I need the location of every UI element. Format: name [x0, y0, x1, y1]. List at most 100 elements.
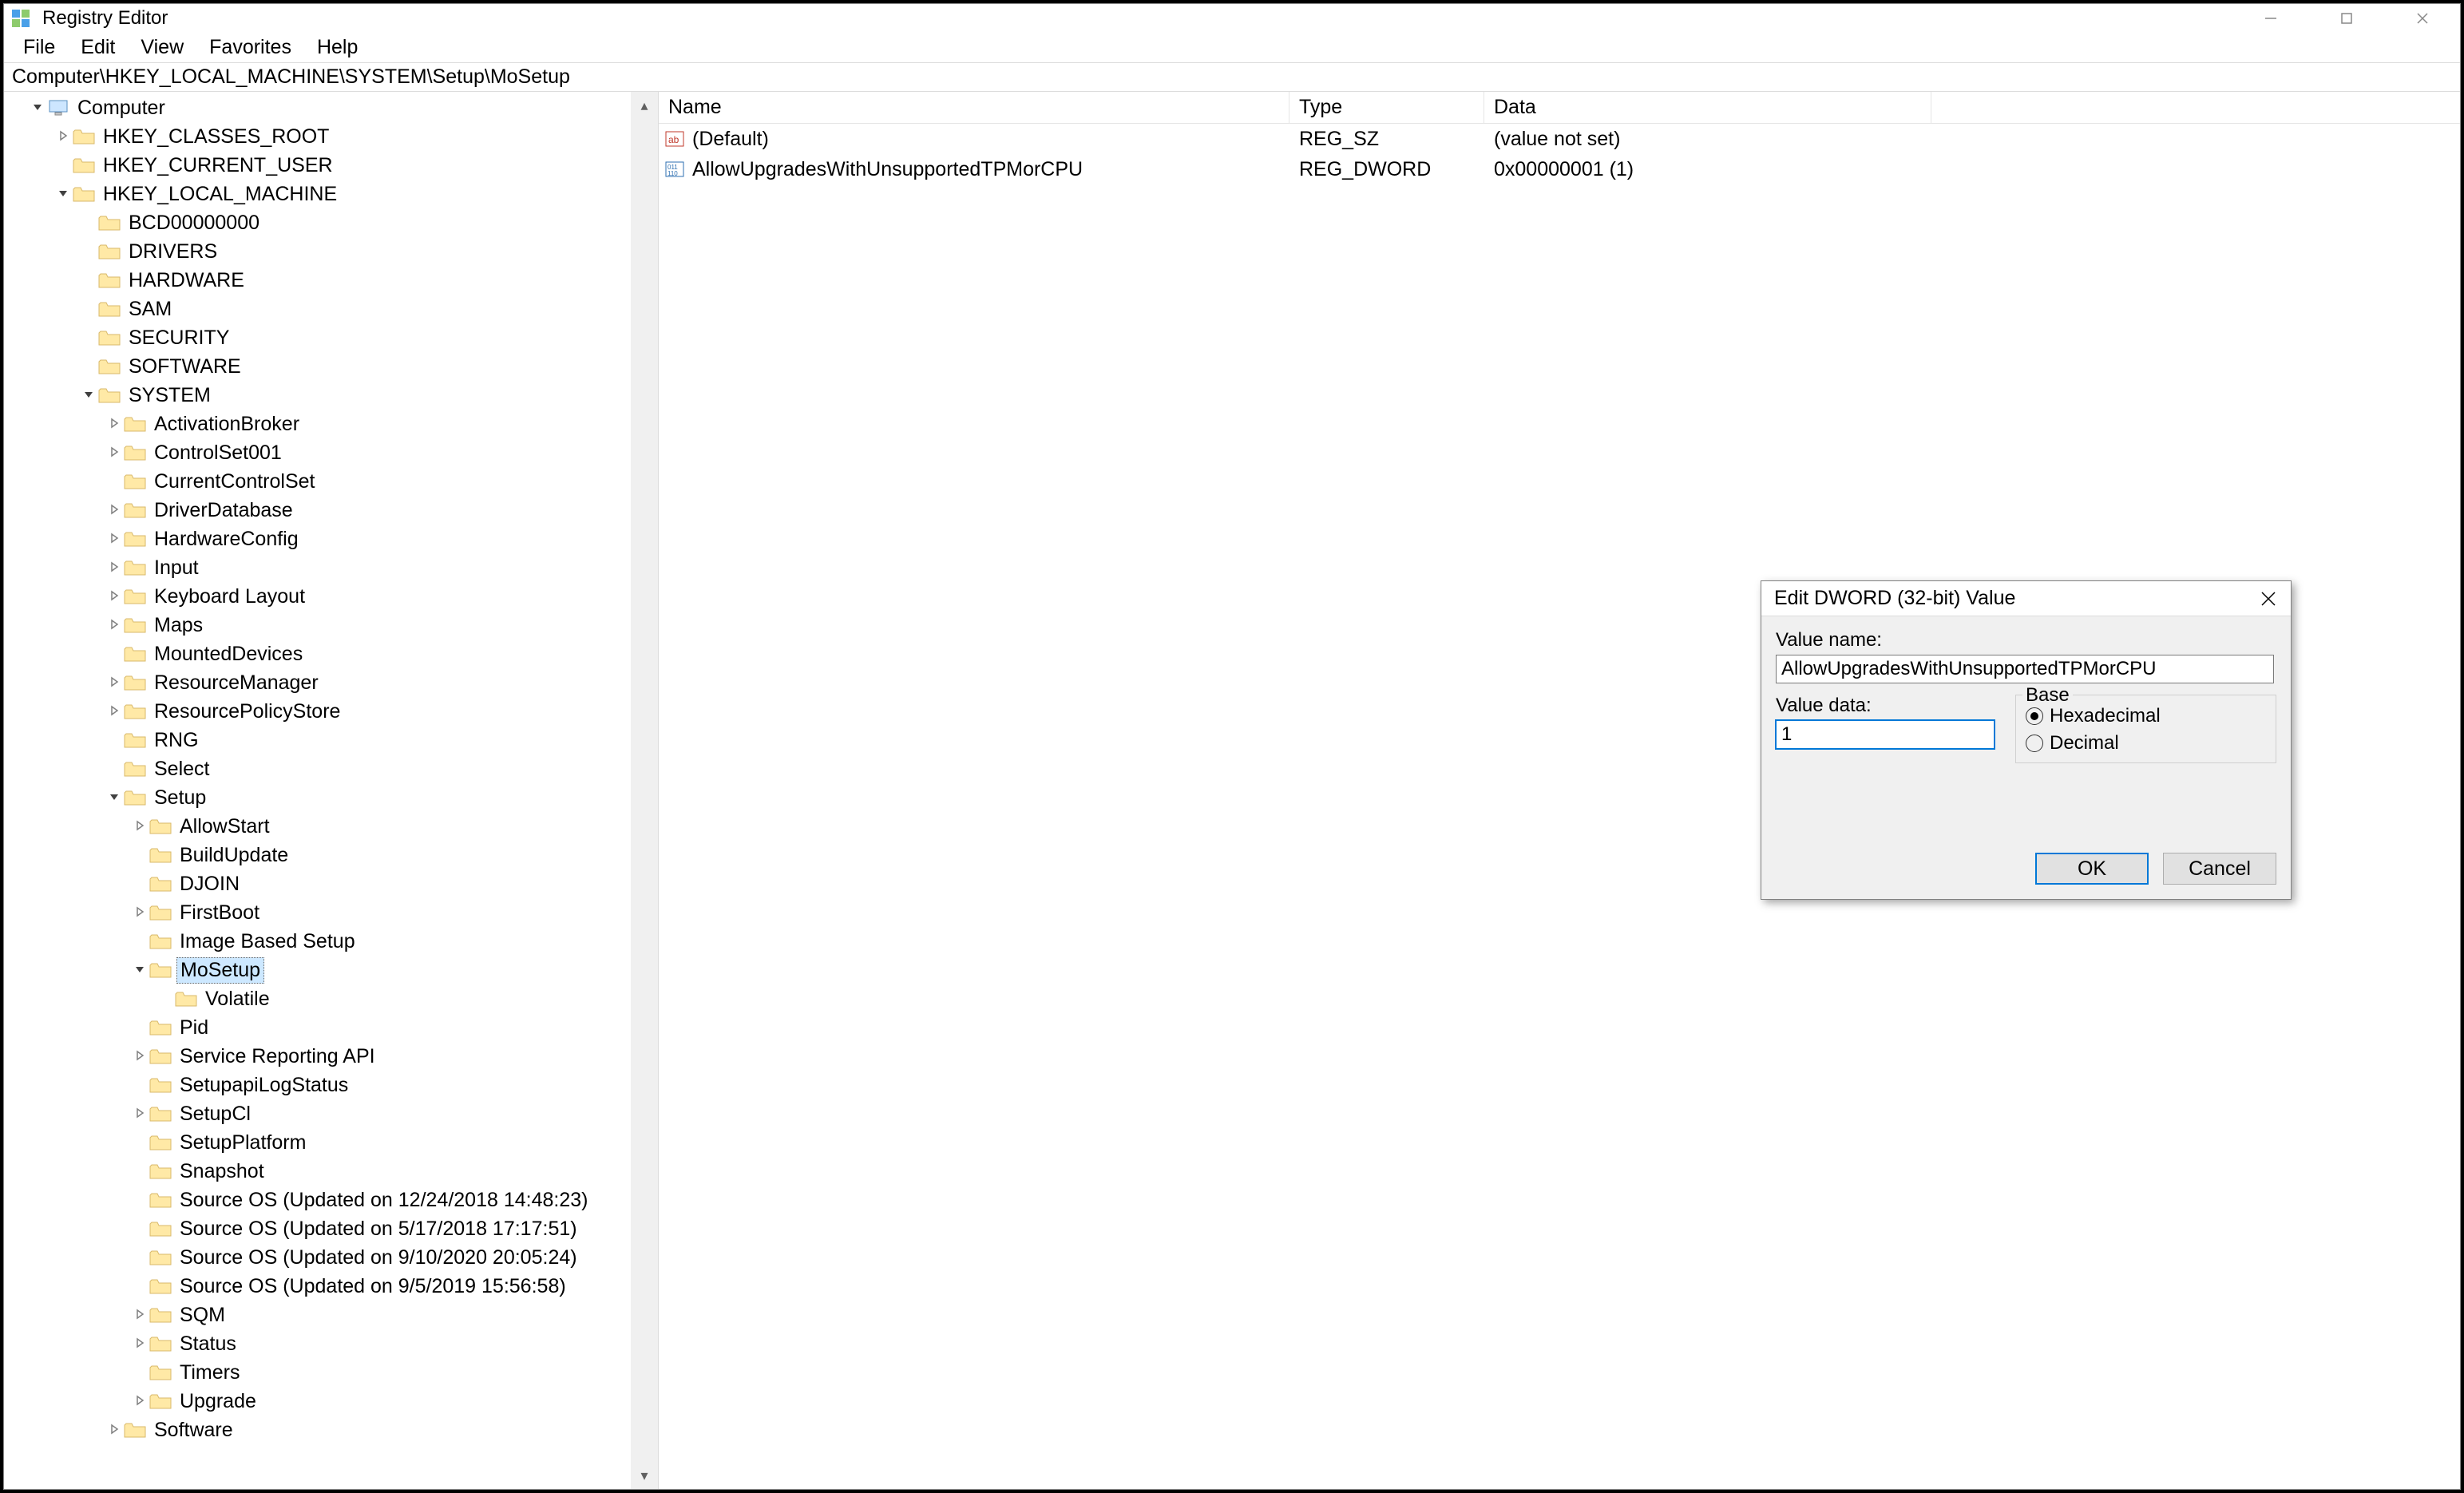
tree-item[interactable]: SOFTWARE	[4, 352, 658, 381]
tree-item[interactable]: SetupPlatform	[4, 1128, 658, 1157]
address-bar[interactable]: Computer\HKEY_LOCAL_MACHINE\SYSTEM\Setup…	[4, 63, 2460, 92]
chevron-right-icon[interactable]	[130, 1307, 149, 1324]
folder-icon	[149, 1019, 172, 1036]
chevron-right-icon[interactable]	[105, 703, 124, 720]
column-header-name[interactable]: Name	[659, 92, 1289, 123]
tree-item[interactable]: Status	[4, 1329, 658, 1358]
minimize-button[interactable]	[2232, 4, 2308, 33]
list-row[interactable]: ab(Default)REG_SZ(value not set)	[659, 124, 2460, 154]
tree-item[interactable]: HKEY_CLASSES_ROOT	[4, 122, 658, 151]
tree-item[interactable]: AllowStart	[4, 812, 658, 841]
tree-item[interactable]: DJOIN	[4, 869, 658, 898]
tree-item[interactable]: SetupCl	[4, 1099, 658, 1128]
tree-item[interactable]: DriverDatabase	[4, 496, 658, 525]
chevron-right-icon[interactable]	[105, 675, 124, 691]
chevron-down-icon[interactable]	[28, 100, 47, 117]
tree-item[interactable]: MoSetup	[4, 956, 658, 984]
chevron-right-icon[interactable]	[130, 818, 149, 835]
tree-item[interactable]: Input	[4, 553, 658, 582]
value-data-input[interactable]	[1776, 720, 1995, 749]
close-button[interactable]	[2384, 4, 2460, 33]
radio-decimal[interactable]: Decimal	[2026, 732, 2266, 754]
tree-item[interactable]: BuildUpdate	[4, 841, 658, 869]
tree-scrollbar[interactable]: ▴ ▾	[631, 92, 658, 1489]
chevron-right-icon[interactable]	[105, 588, 124, 605]
tree-item[interactable]: Setup	[4, 783, 658, 812]
chevron-right-icon[interactable]	[130, 905, 149, 921]
column-header-type[interactable]: Type	[1289, 92, 1484, 123]
scroll-down-icon[interactable]: ▾	[631, 1462, 658, 1489]
chevron-right-icon[interactable]	[105, 560, 124, 576]
tree-item[interactable]: Computer	[4, 93, 658, 122]
tree-item[interactable]: SQM	[4, 1301, 658, 1329]
value-name: AllowUpgradesWithUnsupportedTPMorCPU	[692, 158, 1083, 181]
chevron-right-icon[interactable]	[53, 129, 73, 145]
maximize-button[interactable]	[2308, 4, 2384, 33]
tree-item[interactable]: HKEY_LOCAL_MACHINE	[4, 180, 658, 208]
tree-item[interactable]: DRIVERS	[4, 237, 658, 266]
menu-view[interactable]: View	[128, 31, 196, 64]
chevron-down-icon[interactable]	[105, 790, 124, 806]
menu-help[interactable]: Help	[304, 31, 370, 64]
value-name-input[interactable]	[1776, 655, 2274, 683]
tree-item[interactable]: Maps	[4, 611, 658, 640]
chevron-right-icon[interactable]	[130, 1106, 149, 1123]
chevron-right-icon[interactable]	[105, 617, 124, 634]
chevron-right-icon[interactable]	[105, 531, 124, 548]
chevron-down-icon[interactable]	[130, 962, 149, 979]
chevron-right-icon[interactable]	[105, 416, 124, 433]
cancel-button[interactable]: Cancel	[2163, 853, 2276, 885]
dialog-title-bar[interactable]: Edit DWORD (32-bit) Value	[1761, 581, 2291, 616]
chevron-right-icon[interactable]	[130, 1048, 149, 1065]
list-row[interactable]: 011110AllowUpgradesWithUnsupportedTPMorC…	[659, 154, 2460, 184]
tree-item[interactable]: SECURITY	[4, 323, 658, 352]
tree-item[interactable]: RNG	[4, 726, 658, 754]
tree-item[interactable]: ControlSet001	[4, 438, 658, 467]
chevron-right-icon[interactable]	[105, 445, 124, 461]
tree-item[interactable]: BCD00000000	[4, 208, 658, 237]
tree-item[interactable]: CurrentControlSet	[4, 467, 658, 496]
tree-item[interactable]: Pid	[4, 1013, 658, 1042]
tree-item[interactable]: ActivationBroker	[4, 410, 658, 438]
tree-item[interactable]: Source OS (Updated on 9/10/2020 20:05:24…	[4, 1243, 658, 1272]
tree-item[interactable]: Keyboard Layout	[4, 582, 658, 611]
tree-item[interactable]: Software	[4, 1416, 658, 1444]
chevron-right-icon[interactable]	[130, 1393, 149, 1410]
chevron-right-icon[interactable]	[105, 502, 124, 519]
tree-item[interactable]: Source OS (Updated on 5/17/2018 17:17:51…	[4, 1214, 658, 1243]
tree-item[interactable]: Source OS (Updated on 12/24/2018 14:48:2…	[4, 1186, 658, 1214]
tree-item[interactable]: SYSTEM	[4, 381, 658, 410]
menu-file[interactable]: File	[10, 31, 68, 64]
scroll-up-icon[interactable]: ▴	[631, 92, 658, 119]
chevron-right-icon[interactable]	[130, 1336, 149, 1352]
tree-item[interactable]: Service Reporting API	[4, 1042, 658, 1071]
radio-hexadecimal[interactable]: Hexadecimal	[2026, 705, 2266, 727]
tree-item[interactable]: SetupapiLogStatus	[4, 1071, 658, 1099]
tree-item[interactable]: HARDWARE	[4, 266, 658, 295]
tree-content[interactable]: ComputerHKEY_CLASSES_ROOTHKEY_CURRENT_US…	[4, 92, 658, 1444]
tree-item[interactable]: Image Based Setup	[4, 927, 658, 956]
tree-item[interactable]: ResourceManager	[4, 668, 658, 697]
tree-item[interactable]: Source OS (Updated on 9/5/2019 15:56:58)	[4, 1272, 658, 1301]
tree-item[interactable]: MountedDevices	[4, 640, 658, 668]
tree-item[interactable]: Upgrade	[4, 1387, 658, 1416]
tree-item[interactable]: Volatile	[4, 984, 658, 1013]
dialog-close-button[interactable]	[2246, 581, 2291, 616]
tree-item[interactable]: FirstBoot	[4, 898, 658, 927]
chevron-down-icon[interactable]	[79, 387, 98, 404]
tree-item[interactable]: HKEY_CURRENT_USER	[4, 151, 658, 180]
menu-favorites[interactable]: Favorites	[196, 31, 304, 64]
tree-item[interactable]: Select	[4, 754, 658, 783]
tree-item[interactable]: SAM	[4, 295, 658, 323]
chevron-right-icon[interactable]	[105, 1422, 124, 1439]
menu-edit[interactable]: Edit	[68, 31, 128, 64]
tree-item[interactable]: Snapshot	[4, 1157, 658, 1186]
ok-button[interactable]: OK	[2035, 853, 2149, 885]
column-header-data[interactable]: Data	[1484, 92, 1931, 123]
base-legend: Base	[2022, 684, 2073, 707]
tree-item[interactable]: ResourcePolicyStore	[4, 697, 658, 726]
folder-icon	[124, 530, 146, 548]
tree-item[interactable]: Timers	[4, 1358, 658, 1387]
chevron-down-icon[interactable]	[53, 186, 73, 203]
tree-item[interactable]: HardwareConfig	[4, 525, 658, 553]
